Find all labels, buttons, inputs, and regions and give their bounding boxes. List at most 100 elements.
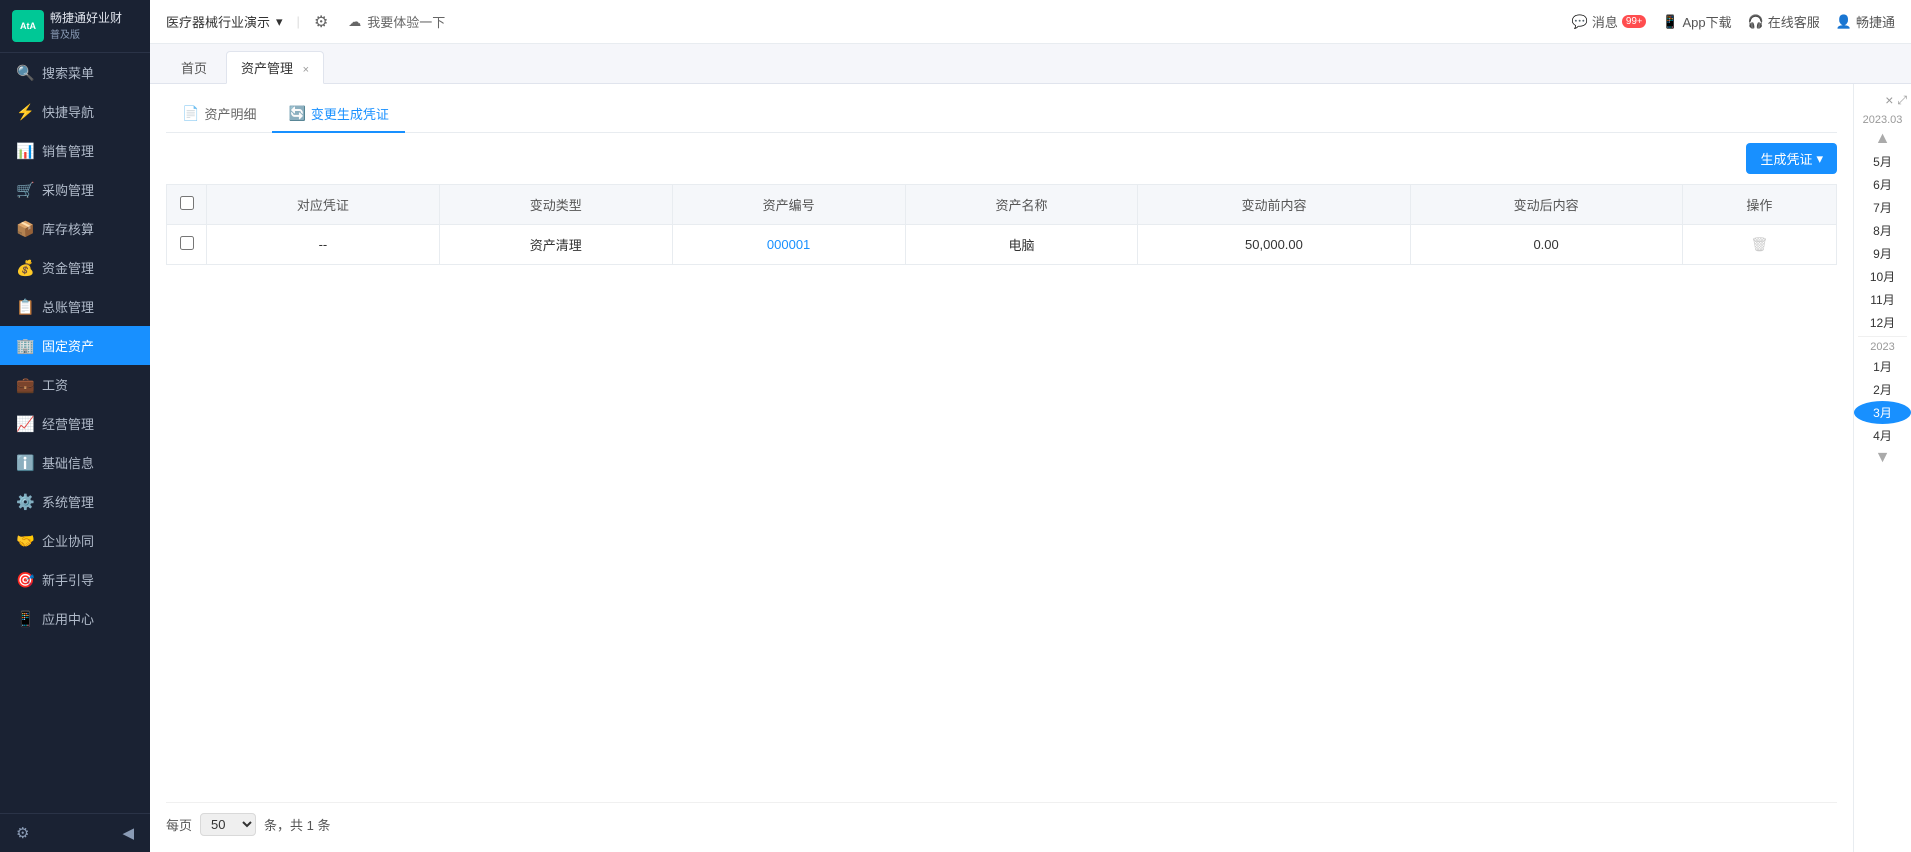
sidebar-item-guide[interactable]: 🎯 新手引导 (0, 560, 150, 599)
sidebar-label-guide: 新手引导 (42, 570, 94, 589)
sidebar-item-funds[interactable]: 💰 资金管理 (0, 248, 150, 287)
logo-icon: AtA (12, 10, 44, 42)
sidebar-item-collab[interactable]: 🤝 企业协同 (0, 521, 150, 560)
app-logo: AtA 畅捷通好业财 普及版 (0, 0, 150, 53)
row-after: 0.00 (1410, 225, 1682, 265)
messages-label: 消息 (1592, 12, 1618, 31)
messages-icon: 💬 (1572, 14, 1588, 30)
sidebar-icon-sales: 📊 (16, 142, 34, 160)
company-selector[interactable]: 医疗器械行业演示 ▾ (166, 12, 283, 31)
sidebar-icon-guide: 🎯 (16, 571, 34, 589)
table-header-row: 对应凭证 变动类型 资产编号 资产名称 变动前内容 变动后内容 操作 (167, 185, 1837, 225)
sub-tab-change[interactable]: 🔄 变更生成凭证 (272, 96, 404, 133)
detail-label: 资产明细 (204, 104, 256, 123)
experience-btn[interactable]: ☁ 我要体验一下 (348, 12, 445, 31)
asset-table: 对应凭证 变动类型 资产编号 资产名称 变动前内容 变动后内容 操作 - (166, 184, 1837, 265)
sidebar-icon-collab: 🤝 (16, 532, 34, 550)
row-checkbox-0[interactable] (180, 236, 194, 250)
settings-icon[interactable]: ⚙ (16, 824, 29, 842)
month-item[interactable]: 10月 (1854, 265, 1911, 288)
sidebar-icon-appcenter: 📱 (16, 610, 34, 628)
support-icon: 🎧 (1748, 14, 1764, 30)
month-item[interactable]: 3月 (1854, 401, 1911, 424)
total-label: 条，共 1 条 (264, 815, 330, 834)
right-panel-close-icon[interactable]: × (1885, 92, 1893, 108)
page-content: 📄 资产明细 🔄 变更生成凭证 生成凭证 ▾ (150, 84, 1911, 852)
tab-asset-close[interactable]: × (303, 64, 309, 76)
change-icon: 🔄 (288, 105, 305, 122)
month-item[interactable]: 1月 (1854, 355, 1911, 378)
generate-voucher-button[interactable]: 生成凭证 ▾ (1746, 143, 1837, 174)
row-asset-name: 电脑 (905, 225, 1138, 265)
app-icon: 📱 (1662, 14, 1678, 30)
months-before-divider: 5月6月7月8月9月10月11月12月 (1854, 150, 1911, 334)
month-item[interactable]: 8月 (1854, 219, 1911, 242)
table-toolbar: 生成凭证 ▾ (166, 133, 1837, 184)
table-row: -- 资产清理 000001 电脑 50,000.00 0.00 🗑 (167, 225, 1837, 265)
month-item[interactable]: 12月 (1854, 311, 1911, 334)
pagination-bar: 每页 102050100 条，共 1 条 (166, 802, 1837, 840)
user-label: 畅捷通 (1856, 12, 1895, 31)
collapse-icon[interactable]: ◀ (122, 824, 134, 842)
month-item[interactable]: 11月 (1854, 288, 1911, 311)
sidebar-nav: 🔍 搜索菜单 ⚡ 快捷导航 📊 销售管理 🛒 采购管理 📦 库存核算 💰 资金管… (0, 53, 150, 813)
sidebar-icon-system: ⚙️ (16, 493, 34, 511)
sidebar-item-operations[interactable]: 📈 经营管理 (0, 404, 150, 443)
topbar: 医疗器械行业演示 ▾ | ⚙ ☁ 我要体验一下 💬 消息 99+ 📱 App下载… (150, 0, 1911, 44)
sidebar-label-ledger: 总账管理 (42, 297, 94, 316)
user-btn[interactable]: 👤 畅捷通 (1836, 12, 1895, 31)
sidebar-item-purchase[interactable]: 🛒 采购管理 (0, 170, 150, 209)
sidebar-item-assets[interactable]: 🏢 固定资产 (0, 326, 150, 365)
tab-asset-management[interactable]: 资产管理 × (226, 51, 324, 84)
generate-voucher-label: 生成凭证 (1760, 149, 1812, 168)
generate-chevron-icon: ▾ (1816, 151, 1823, 167)
col-asset-name: 资产名称 (905, 185, 1138, 225)
sidebar-item-appcenter[interactable]: 📱 应用中心 (0, 599, 150, 638)
row-voucher: -- (207, 225, 440, 265)
sub-tab-detail[interactable]: 📄 资产明细 (166, 96, 272, 133)
sidebar-item-sales[interactable]: 📊 销售管理 (0, 131, 150, 170)
app-download-btn[interactable]: 📱 App下载 (1662, 12, 1731, 31)
sidebar-item-basic[interactable]: ℹ️ 基础信息 (0, 443, 150, 482)
experience-cloud-icon: ☁ (348, 14, 361, 30)
month-item[interactable]: 2月 (1854, 378, 1911, 401)
right-panel: × ⤢ 2023.03 ▲ 5月6月7月8月9月10月11月12月 2023 1… (1853, 84, 1911, 852)
sidebar-item-system[interactable]: ⚙️ 系统管理 (0, 482, 150, 521)
delete-row-icon[interactable]: 🗑 (1750, 236, 1768, 252)
sidebar-item-ledger[interactable]: 📋 总账管理 (0, 287, 150, 326)
messages-btn[interactable]: 💬 消息 99+ (1572, 12, 1647, 31)
right-panel-expand-icon[interactable]: ⤢ (1897, 93, 1907, 108)
topbar-settings-icon[interactable]: ⚙ (314, 12, 328, 32)
col-action: 操作 (1682, 185, 1836, 225)
sidebar-icon-basic: ℹ️ (16, 454, 34, 472)
sidebar-label-operations: 经营管理 (42, 414, 94, 433)
select-all-checkbox[interactable] (180, 196, 194, 210)
company-chevron-icon: ▾ (276, 14, 283, 30)
tab-home[interactable]: 首页 (166, 51, 222, 83)
month-item[interactable]: 6月 (1854, 173, 1911, 196)
main-container: 医疗器械行业演示 ▾ | ⚙ ☁ 我要体验一下 💬 消息 99+ 📱 App下载… (150, 0, 1911, 852)
support-btn[interactable]: 🎧 在线客服 (1748, 12, 1820, 31)
asset-panel: 📄 资产明细 🔄 变更生成凭证 生成凭证 ▾ (150, 84, 1853, 852)
messages-badge: 99+ (1622, 15, 1646, 28)
month-item[interactable]: 9月 (1854, 242, 1911, 265)
month-item[interactable]: 5月 (1854, 150, 1911, 173)
right-panel-nav-down[interactable]: ▼ (1854, 447, 1911, 469)
col-voucher: 对应凭证 (207, 185, 440, 225)
col-before: 变动前内容 (1138, 185, 1410, 225)
month-item[interactable]: 4月 (1854, 424, 1911, 447)
per-page-select[interactable]: 102050100 (200, 813, 256, 836)
sidebar-icon-funds: 💰 (16, 259, 34, 277)
sidebar: AtA 畅捷通好业财 普及版 🔍 搜索菜单 ⚡ 快捷导航 📊 销售管理 🛒 采购… (0, 0, 150, 852)
right-panel-nav-up[interactable]: ▲ (1854, 128, 1911, 150)
sidebar-item-quicknav[interactable]: ⚡ 快捷导航 (0, 92, 150, 131)
sidebar-label-sales: 销售管理 (42, 141, 94, 160)
month-item[interactable]: 7月 (1854, 196, 1911, 219)
table-wrapper: 对应凭证 变动类型 资产编号 资产名称 变动前内容 变动后内容 操作 - (166, 184, 1837, 802)
logo-sub: 普及版 (50, 26, 122, 41)
sidebar-item-salary[interactable]: 💼 工资 (0, 365, 150, 404)
col-after: 变动后内容 (1410, 185, 1682, 225)
sidebar-item-inventory[interactable]: 📦 库存核算 (0, 209, 150, 248)
row-asset-code: 000001 (672, 225, 905, 265)
sidebar-item-search[interactable]: 🔍 搜索菜单 (0, 53, 150, 92)
